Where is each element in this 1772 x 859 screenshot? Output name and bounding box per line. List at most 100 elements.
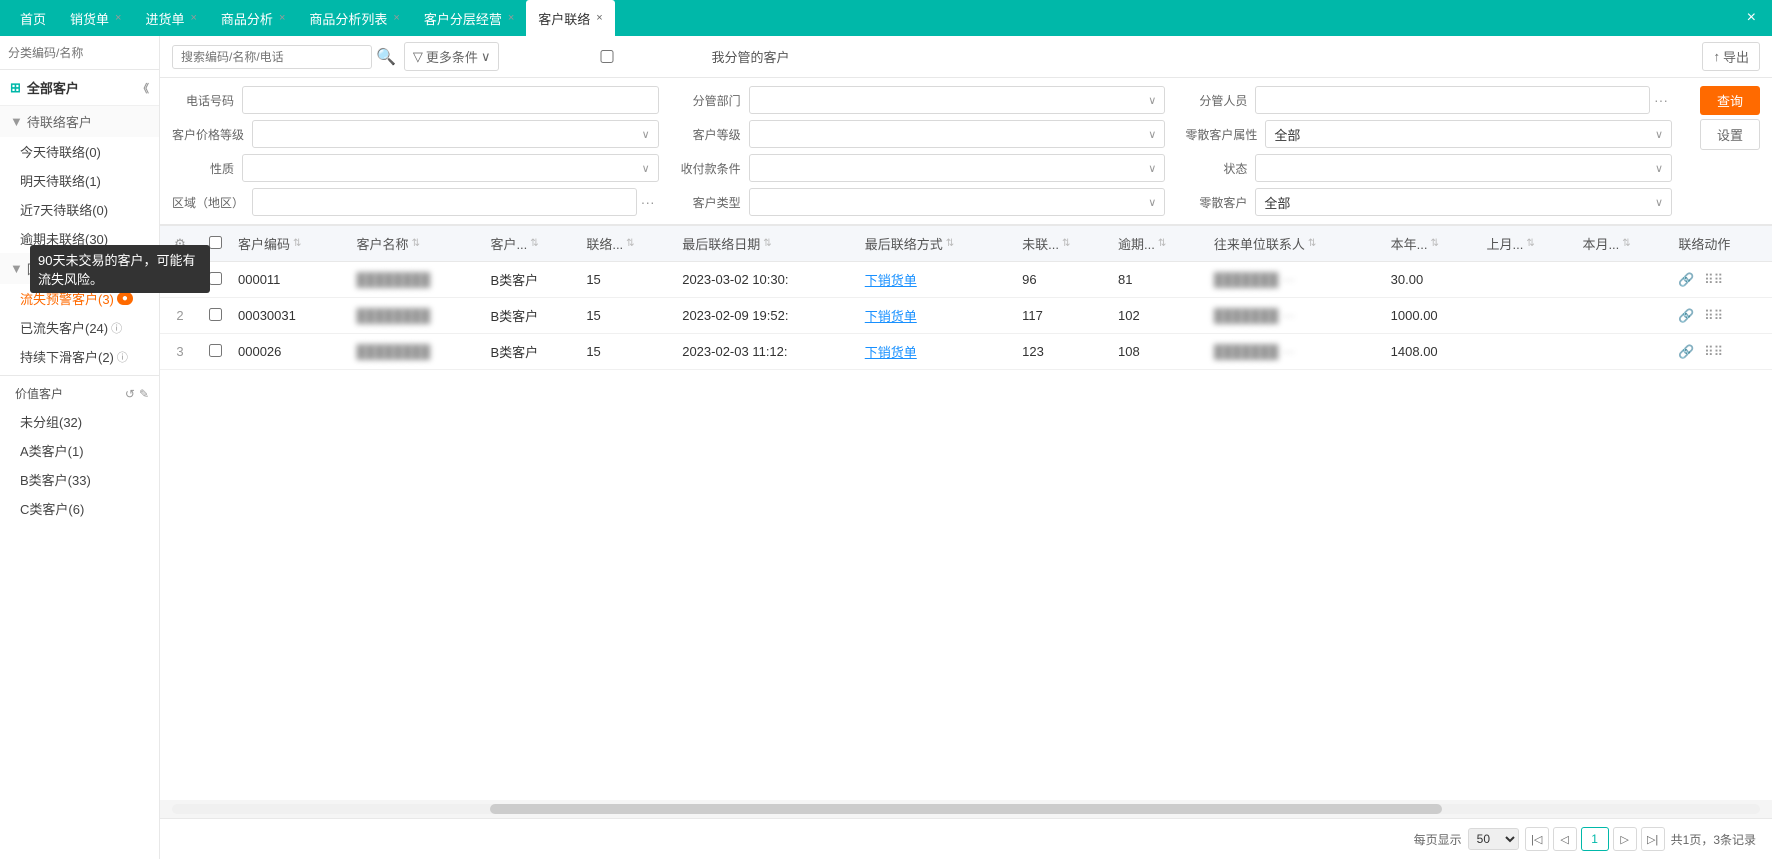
nav-purchase[interactable]: 进货单 ×	[133, 0, 208, 36]
action-link-icon[interactable]: 🔗	[1678, 344, 1694, 359]
dept-select[interactable]: ∨	[749, 86, 1166, 114]
query-button[interactable]: 查询	[1700, 86, 1760, 115]
row-this-year: 30.00	[1383, 262, 1479, 298]
export-icon: ↑	[1713, 49, 1720, 64]
scattered-attr-select[interactable]: 全部 ∨	[1265, 120, 1672, 148]
row-name: ████████	[349, 262, 483, 298]
action-link-icon[interactable]: 🔗	[1678, 308, 1694, 323]
sidebar-item-tomorrow[interactable]: 明天待联络(1)	[0, 166, 159, 195]
sidebar-item-class-a[interactable]: A类客户(1)	[0, 436, 159, 465]
search-input[interactable]	[172, 45, 372, 69]
nav-customer-contact-close[interactable]: ×	[596, 12, 602, 24]
row-checkbox[interactable]	[209, 344, 222, 357]
settings-button[interactable]: 设置	[1700, 119, 1760, 150]
manager-input[interactable]	[1255, 86, 1650, 114]
sidebar-search-area: 🔍	[0, 36, 159, 70]
info-icon-declining[interactable]: ⓘ	[117, 349, 128, 365]
collapse-icon[interactable]: 《	[138, 80, 149, 96]
sort-icon-type[interactable]: ⇅	[530, 238, 538, 249]
horizontal-scrollbar[interactable]	[172, 804, 1760, 814]
sort-icon-last-month[interactable]: ⇅	[1526, 238, 1534, 249]
export-button[interactable]: ↑ 导出	[1702, 42, 1760, 71]
sidebar-item-declining[interactable]: 持续下滑客户(2) ⓘ	[0, 342, 159, 371]
row-this-year: 1000.00	[1383, 298, 1479, 334]
nav-product-list[interactable]: 商品分析列表 ×	[297, 0, 411, 36]
customer-type-select[interactable]: ∨	[749, 188, 1166, 216]
sidebar-item-churned[interactable]: 已流失客户(24) ⓘ	[0, 313, 159, 342]
edit-icon[interactable]: ✎	[139, 387, 149, 401]
nav-purchase-close[interactable]: ×	[190, 12, 196, 24]
sort-icon-liaison[interactable]: ⇅	[1308, 238, 1316, 249]
last-page-button[interactable]: ▷|	[1641, 827, 1665, 851]
th-name: 客户名称 ⇅	[349, 226, 483, 262]
sidebar-value-customer-group[interactable]: 价值客户 ↺ ✎	[0, 380, 159, 407]
filter-price-level: 客户价格等级 ∨	[172, 120, 659, 148]
sort-icon-contact[interactable]: ⇅	[626, 238, 634, 249]
more-filter-button[interactable]: ▽ 更多条件 ∨	[404, 42, 500, 71]
row-this-month	[1574, 262, 1670, 298]
page-size-select[interactable]: 50 100 200	[1468, 828, 1519, 850]
window-close-button[interactable]: ×	[1739, 9, 1764, 27]
sidebar-item-7days[interactable]: 近7天待联络(0)	[0, 195, 159, 224]
sort-icon-last-date[interactable]: ⇅	[763, 238, 771, 249]
sidebar-item-today[interactable]: 今天待联络(0)	[0, 137, 159, 166]
toolbar: 🔍 ▽ 更多条件 ∨ 我分管的客户 ↑ 导出	[160, 36, 1772, 78]
table-header-row: ⚙ 客户编码 ⇅ 客户名称	[160, 226, 1772, 262]
my-customers-checkbox[interactable]	[507, 50, 707, 63]
row-checkbox[interactable]	[209, 308, 222, 321]
th-last-method: 最后联络方式 ⇅	[857, 226, 1014, 262]
sidebar-item-ungrouped[interactable]: 未分组(32)	[0, 407, 159, 436]
select-all-checkbox[interactable]	[209, 236, 222, 249]
last-method-link[interactable]: 下销货单	[865, 309, 917, 324]
row-action: 🔗 ⠿⠿	[1670, 262, 1772, 298]
nav-product-analysis[interactable]: 商品分析 ×	[209, 0, 297, 36]
sidebar-search-input[interactable]	[8, 46, 160, 60]
action-more-icon[interactable]: ⠿⠿	[1704, 272, 1723, 287]
sort-icon-this-year[interactable]: ⇅	[1431, 238, 1439, 249]
payment-select[interactable]: ∨	[749, 154, 1166, 182]
refresh-icon[interactable]: ↺	[125, 387, 135, 401]
filter-row-3: 性质 ∨ 收付款条件 ∨	[172, 154, 1672, 182]
sidebar-all-customers[interactable]: ⊞ 全部客户 《	[0, 70, 159, 106]
sort-icon-name[interactable]: ⇅	[412, 238, 420, 249]
action-more-icon[interactable]: ⠿⠿	[1704, 308, 1723, 323]
nature-select[interactable]: ∨	[242, 154, 659, 182]
manager-more-icon[interactable]: ···	[1650, 92, 1672, 108]
last-method-link[interactable]: 下销货单	[865, 273, 917, 288]
sort-icon-overdue[interactable]: ⇅	[1158, 238, 1166, 249]
sidebar-group-pending[interactable]: ▼ 待联络客户	[0, 106, 159, 137]
price-level-select[interactable]: ∨	[252, 120, 659, 148]
th-overdue: 逾期... ⇅	[1110, 226, 1206, 262]
action-more-icon[interactable]: ⠿⠿	[1704, 344, 1723, 359]
nav-home[interactable]: 首页	[8, 0, 58, 36]
nav-customer-layer[interactable]: 客户分层经营 ×	[412, 0, 526, 36]
status-select[interactable]: ∨	[1255, 154, 1672, 182]
prev-page-button[interactable]: ◁	[1553, 827, 1577, 851]
phone-input[interactable]	[242, 86, 659, 114]
action-link-icon[interactable]: 🔗	[1678, 272, 1694, 287]
region-more-icon[interactable]: ···	[637, 194, 659, 210]
nav-customer-layer-close[interactable]: ×	[508, 12, 514, 24]
nav-customer-contact[interactable]: 客户联络 ×	[526, 0, 614, 36]
nav-sales[interactable]: 销货单 ×	[58, 0, 133, 36]
row-checkbox[interactable]	[209, 272, 222, 285]
customer-level-select[interactable]: ∨	[749, 120, 1166, 148]
sort-icon-code[interactable]: ⇅	[293, 238, 301, 249]
row-last-method: 下销货单	[857, 262, 1014, 298]
info-icon-churned[interactable]: ⓘ	[111, 320, 122, 336]
region-input[interactable]	[252, 188, 637, 216]
next-page-button[interactable]: ▷	[1613, 827, 1637, 851]
nav-sales-close[interactable]: ×	[115, 12, 121, 24]
last-method-link[interactable]: 下销货单	[865, 345, 917, 360]
row-code: 000011	[230, 262, 349, 298]
scattered-customer-select[interactable]: 全部 ∨	[1255, 188, 1672, 216]
nav-product-list-close[interactable]: ×	[393, 12, 399, 24]
first-page-button[interactable]: |◁	[1525, 827, 1549, 851]
sort-icon-last-method[interactable]: ⇅	[946, 238, 954, 249]
sort-icon-unlinked[interactable]: ⇅	[1062, 238, 1070, 249]
sidebar-item-class-c[interactable]: C类客户(6)	[0, 494, 159, 523]
nav-product-analysis-close[interactable]: ×	[279, 12, 285, 24]
sidebar-item-class-b[interactable]: B类客户(33)	[0, 465, 159, 494]
search-button[interactable]: 🔍	[376, 47, 396, 67]
sort-icon-this-month[interactable]: ⇅	[1622, 238, 1630, 249]
